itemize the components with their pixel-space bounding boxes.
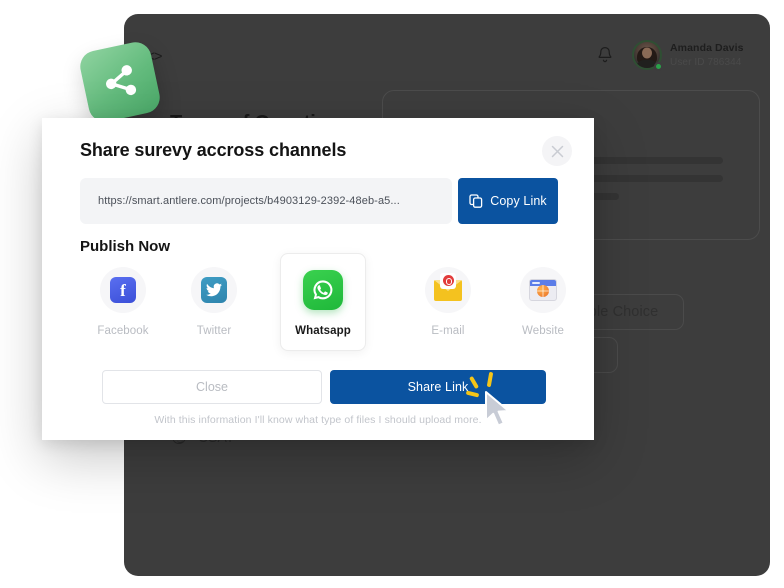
- screenshot-root: <> Amanda Davis User ID 786344 Multiple …: [0, 0, 784, 588]
- twitter-icon: [201, 277, 227, 303]
- at-symbol-icon: [440, 272, 456, 289]
- bell-icon[interactable]: [597, 46, 613, 64]
- channel-whatsapp[interactable]: Whatsapp: [280, 253, 366, 351]
- channel-label: E-mail: [431, 325, 465, 337]
- modal-title: Share surevy accross channels: [80, 140, 347, 160]
- presence-indicator: [654, 62, 663, 71]
- channel-label: Facebook: [97, 325, 149, 337]
- user-id: User ID 786344: [670, 57, 742, 68]
- share-link-button[interactable]: Share Link: [330, 370, 546, 404]
- channel-label: Website: [521, 325, 565, 337]
- user-meta: Amanda Davis User ID 786344: [670, 42, 744, 68]
- channel-badge: [425, 267, 471, 313]
- whatsapp-icon: [303, 270, 343, 310]
- channel-label: Whatsapp: [295, 325, 351, 337]
- email-icon: [434, 272, 462, 301]
- close-icon[interactable]: [542, 136, 572, 166]
- app-header: <> Amanda Davis User ID 786344: [124, 14, 770, 84]
- avatar[interactable]: [632, 40, 663, 71]
- globe-icon: [537, 285, 549, 297]
- channel-label: Twitter: [196, 325, 232, 337]
- channel-email[interactable]: E-mail: [405, 256, 491, 348]
- copy-link-button[interactable]: Copy Link: [458, 178, 558, 224]
- avatar-face: [642, 47, 652, 59]
- facebook-icon: f: [110, 277, 136, 303]
- channel-website[interactable]: Website: [500, 256, 586, 348]
- share-modal: Share surevy accross channels https://sm…: [42, 118, 594, 440]
- channel-badge: [520, 267, 566, 313]
- channel-badge: [300, 267, 346, 313]
- copy-icon: [469, 194, 483, 208]
- channel-list: f Facebook Twitter Whatsapp E-mail Websi…: [80, 253, 566, 351]
- modal-actions: Close Share Link: [102, 370, 546, 404]
- website-icon: [529, 279, 557, 301]
- share-link-row: https://smart.antlere.com/projects/b4903…: [80, 178, 558, 224]
- channel-twitter[interactable]: Twitter: [171, 256, 257, 348]
- footer-note: With this information I'll know what typ…: [154, 414, 482, 426]
- close-button[interactable]: Close: [102, 370, 322, 404]
- share-icon: [77, 39, 163, 125]
- channel-badge: [191, 267, 237, 313]
- channel-facebook[interactable]: f Facebook: [80, 256, 166, 348]
- publish-now-label: Publish Now: [80, 238, 170, 255]
- channel-badge: f: [100, 267, 146, 313]
- copy-link-label: Copy Link: [490, 194, 547, 208]
- share-link-input[interactable]: https://smart.antlere.com/projects/b4903…: [80, 178, 452, 224]
- user-name: Amanda Davis: [670, 42, 744, 54]
